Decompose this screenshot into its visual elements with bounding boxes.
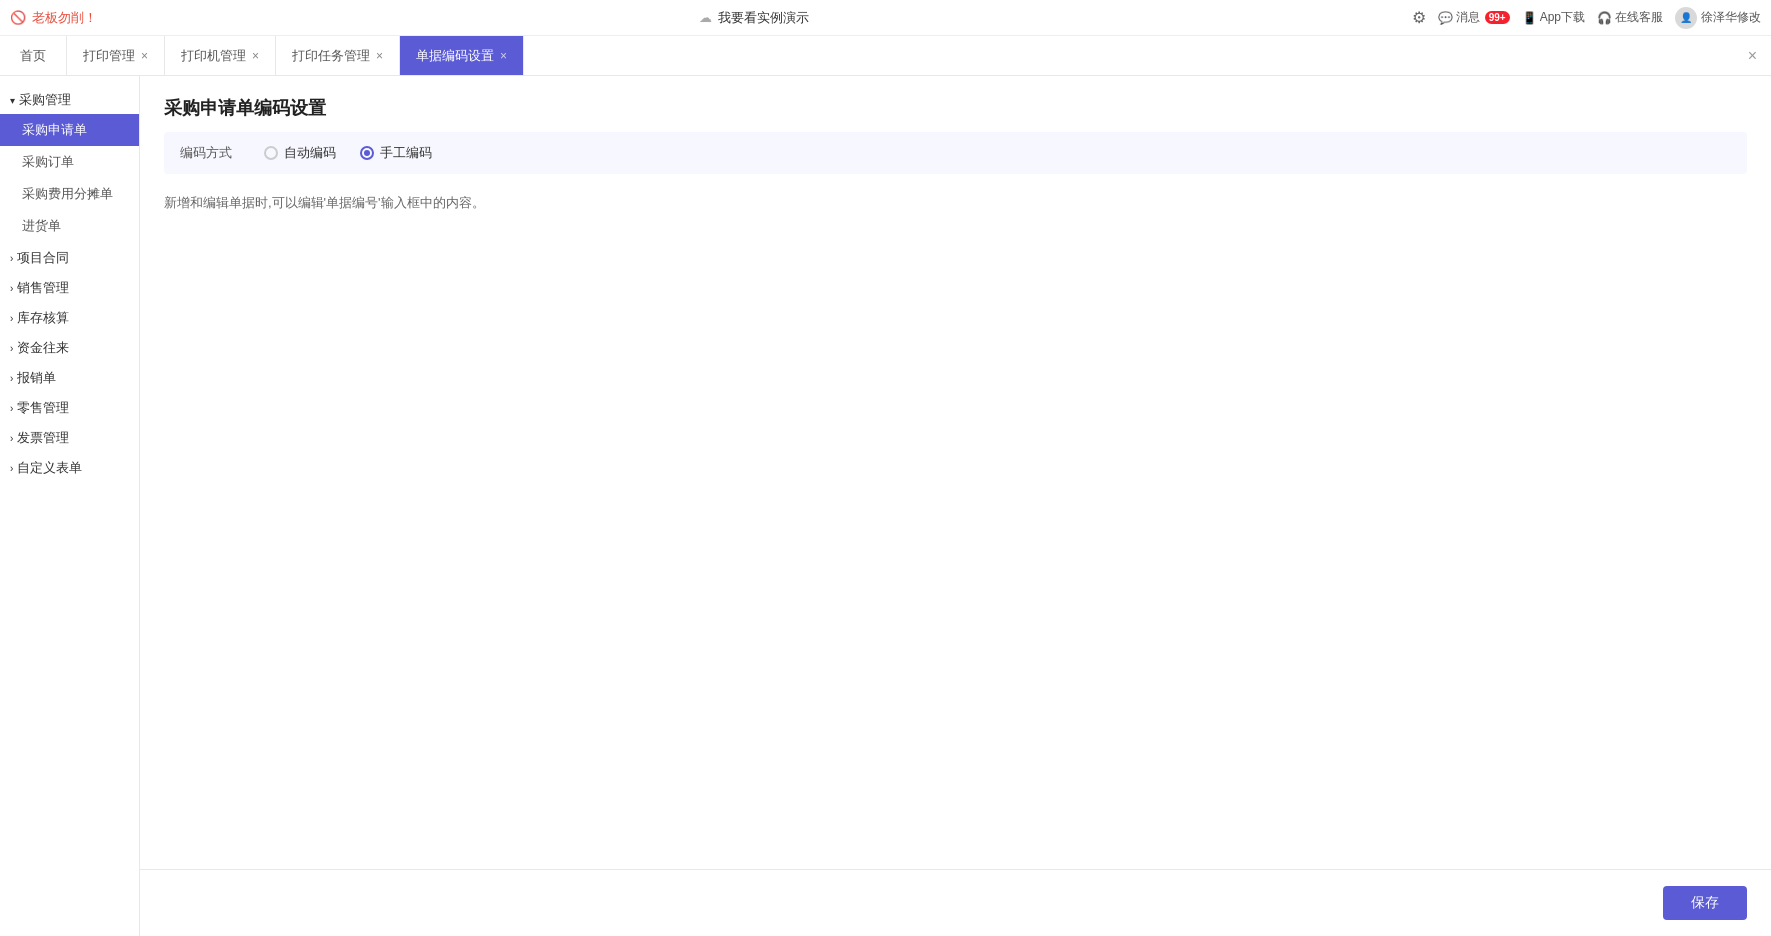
radio-manual-label: 手工编码 bbox=[380, 144, 432, 162]
sidebar-group-sales-label: 销售管理 bbox=[17, 279, 69, 297]
sidebar-group-procurement-label: 采购管理 bbox=[19, 91, 71, 109]
sidebar-group-expense-arrow: › bbox=[10, 373, 13, 384]
radio-auto-code[interactable]: 自动编码 bbox=[264, 144, 336, 162]
encoding-method-row: 编码方式 自动编码 手工编码 bbox=[164, 132, 1747, 174]
user-profile-item[interactable]: 👤 徐泽华修改 bbox=[1675, 7, 1761, 29]
sidebar-group-expense[interactable]: › 报销单 bbox=[0, 362, 139, 392]
main-layout: ▾ 采购管理 采购申请单 采购订单 采购费用分摊单 进货单 › 项目合同 › 销… bbox=[0, 76, 1771, 936]
tab-print-task-mgmt-label: 打印任务管理 bbox=[292, 47, 370, 65]
sidebar-group-finance-label: 资金往来 bbox=[17, 339, 69, 357]
tab-print-mgmt-label: 打印管理 bbox=[83, 47, 135, 65]
sidebar-group-inventory-label: 库存核算 bbox=[17, 309, 69, 327]
demo-bar-left: 🚫 老板勿削！ bbox=[10, 9, 97, 27]
settings-form: 编码方式 自动编码 手工编码 新增和编辑单据时,可以编辑'单据编号'输入框中的内… bbox=[140, 132, 1771, 216]
demo-bar-left-text: 老板勿削！ bbox=[32, 9, 97, 27]
tab-print-task-mgmt-close[interactable]: × bbox=[376, 49, 383, 63]
radio-manual-circle[interactable] bbox=[360, 146, 374, 160]
sidebar-group-retail-label: 零售管理 bbox=[17, 399, 69, 417]
page-title: 采购申请单编码设置 bbox=[164, 96, 1747, 120]
radio-group-encoding: 自动编码 手工编码 bbox=[264, 144, 432, 162]
phone-icon: 📱 bbox=[1522, 11, 1537, 25]
sidebar-item-purchase-expense[interactable]: 采购费用分摊单 bbox=[0, 178, 139, 210]
sidebar-group-inventory[interactable]: › 库存核算 bbox=[0, 302, 139, 332]
tab-home[interactable]: 首页 bbox=[0, 36, 67, 76]
sidebar-group-sales[interactable]: › 销售管理 bbox=[0, 272, 139, 302]
content-area: 采购申请单编码设置 编码方式 自动编码 手工编码 bbox=[140, 76, 1771, 936]
online-service-item[interactable]: 🎧 在线客服 bbox=[1597, 9, 1663, 26]
sidebar-group-project[interactable]: › 项目合同 bbox=[0, 242, 139, 272]
sidebar-group-invoice[interactable]: › 发票管理 bbox=[0, 422, 139, 452]
content-footer: 保存 bbox=[140, 869, 1771, 936]
radio-manual-code[interactable]: 手工编码 bbox=[360, 144, 432, 162]
settings-icon[interactable]: ⚙ bbox=[1412, 8, 1426, 27]
radio-auto-label: 自动编码 bbox=[284, 144, 336, 162]
message-item[interactable]: 💬 消息 99+ bbox=[1438, 9, 1510, 26]
sidebar-group-expense-label: 报销单 bbox=[17, 369, 56, 387]
sidebar-group-custom-forms[interactable]: › 自定义表单 bbox=[0, 452, 139, 482]
sidebar-group-custom-forms-label: 自定义表单 bbox=[17, 459, 82, 477]
sidebar-group-project-arrow: › bbox=[10, 253, 13, 264]
sidebar-group-invoice-label: 发票管理 bbox=[17, 429, 69, 447]
sidebar-group-finance-arrow: › bbox=[10, 343, 13, 354]
radio-auto-circle[interactable] bbox=[264, 146, 278, 160]
headset-icon: 🎧 bbox=[1597, 11, 1612, 25]
user-name: 徐泽华修改 bbox=[1701, 9, 1761, 26]
demo-bar-right: ⚙ 💬 消息 99+ 📱 App下载 🎧 在线客服 👤 徐泽华修改 bbox=[1412, 7, 1761, 29]
page-header: 采购申请单编码设置 bbox=[140, 76, 1771, 132]
tab-encoding-settings-close[interactable]: × bbox=[500, 49, 507, 63]
sidebar: ▾ 采购管理 采购申请单 采购订单 采购费用分摊单 进货单 › 项目合同 › 销… bbox=[0, 76, 140, 936]
tab-print-mgmt-close[interactable]: × bbox=[141, 49, 148, 63]
sidebar-item-purchase-order[interactable]: 采购订单 bbox=[0, 146, 139, 178]
demo-bar-center[interactable]: ☁ 我要看实例演示 bbox=[699, 9, 809, 27]
sidebar-group-retail-arrow: › bbox=[10, 403, 13, 414]
tab-print-task-mgmt[interactable]: 打印任务管理 × bbox=[276, 36, 400, 76]
tab-encoding-settings-label: 单据编码设置 bbox=[416, 47, 494, 65]
tab-encoding-settings[interactable]: 单据编码设置 × bbox=[400, 36, 524, 76]
tab-bar-close-all[interactable]: × bbox=[1734, 47, 1771, 65]
sidebar-group-invoice-arrow: › bbox=[10, 433, 13, 444]
cloud-icon: ☁ bbox=[699, 10, 712, 25]
sidebar-group-custom-forms-arrow: › bbox=[10, 463, 13, 474]
app-download-item[interactable]: 📱 App下载 bbox=[1522, 9, 1585, 26]
tab-bar: 首页 打印管理 × 打印机管理 × 打印任务管理 × 单据编码设置 × × bbox=[0, 36, 1771, 76]
tab-printer-mgmt-close[interactable]: × bbox=[252, 49, 259, 63]
sidebar-group-project-label: 项目合同 bbox=[17, 249, 69, 267]
sidebar-group-inventory-arrow: › bbox=[10, 313, 13, 324]
sidebar-item-purchase-request[interactable]: 采购申请单 bbox=[0, 114, 139, 146]
avatar: 👤 bbox=[1675, 7, 1697, 29]
sidebar-item-goods-receipt[interactable]: 进货单 bbox=[0, 210, 139, 242]
message-icon: 💬 bbox=[1438, 11, 1453, 25]
tab-print-mgmt[interactable]: 打印管理 × bbox=[67, 36, 165, 76]
message-badge: 99+ bbox=[1485, 11, 1510, 24]
save-button[interactable]: 保存 bbox=[1663, 886, 1747, 920]
tab-home-label: 首页 bbox=[20, 47, 46, 65]
content-spacer bbox=[140, 216, 1771, 869]
sidebar-group-procurement[interactable]: ▾ 采购管理 bbox=[0, 84, 139, 114]
sidebar-group-sales-arrow: › bbox=[10, 283, 13, 294]
warning-icon: 🚫 bbox=[10, 10, 26, 25]
demo-bar-center-text: 我要看实例演示 bbox=[718, 9, 809, 27]
encoding-method-label: 编码方式 bbox=[180, 144, 240, 162]
demo-bar: 🚫 老板勿削！ ☁ 我要看实例演示 ⚙ 💬 消息 99+ 📱 App下载 🎧 在… bbox=[0, 0, 1771, 36]
tab-printer-mgmt-label: 打印机管理 bbox=[181, 47, 246, 65]
tab-printer-mgmt[interactable]: 打印机管理 × bbox=[165, 36, 276, 76]
sidebar-group-procurement-arrow: ▾ bbox=[10, 95, 15, 106]
description-text: 新增和编辑单据时,可以编辑'单据编号'输入框中的内容。 bbox=[164, 190, 1747, 216]
sidebar-group-retail[interactable]: › 零售管理 bbox=[0, 392, 139, 422]
sidebar-group-finance[interactable]: › 资金往来 bbox=[0, 332, 139, 362]
